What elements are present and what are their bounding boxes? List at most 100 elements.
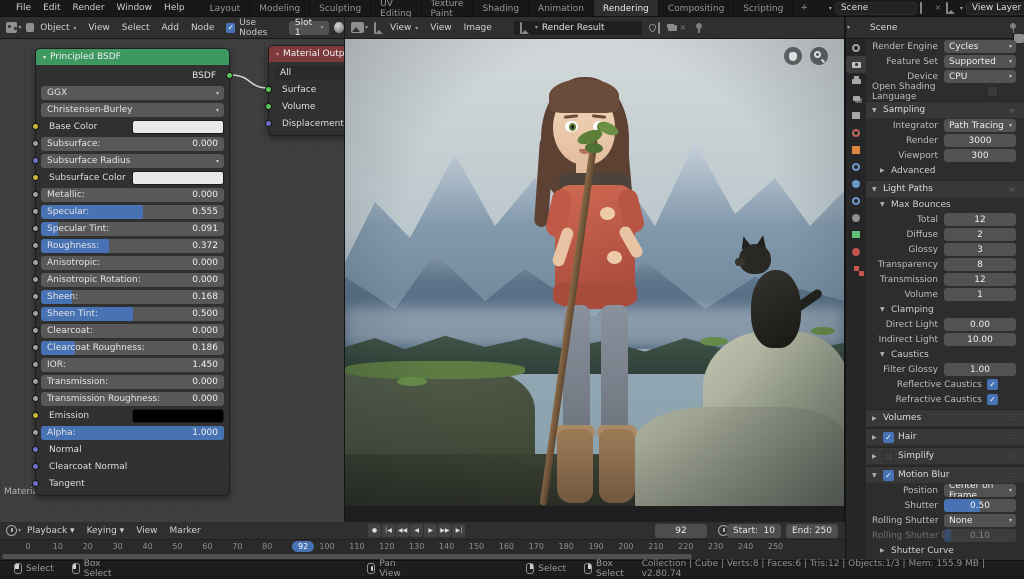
material-output-node[interactable]: ▾ Material Output AllSurfaceVolumeDispla…: [268, 45, 345, 136]
input-socket-displacement[interactable]: [265, 120, 272, 127]
menu-window[interactable]: Window: [111, 3, 159, 13]
checkbox-open-shading-language[interactable]: [987, 86, 998, 97]
view-layer-browse-chevron-icon[interactable]: ▾: [960, 5, 963, 12]
input-socket-volume[interactable]: [265, 103, 272, 110]
slider-sheen[interactable]: Sheen:0.168: [41, 290, 224, 304]
timeline-ruler[interactable]: 0102030405060708090100110120130140150160…: [0, 540, 845, 560]
field-viewport[interactable]: 300: [944, 149, 1016, 162]
panel-shutter-curve[interactable]: ▶Shutter Curve: [866, 543, 1024, 558]
properties-tab-particles[interactable]: [846, 175, 866, 192]
node-menu-add[interactable]: Add: [156, 23, 185, 33]
shader-node-editor[interactable]: Material ▾ Principled BSDF BSDFGGX▾Chris…: [0, 39, 345, 522]
frame-end-field[interactable]: End:250: [786, 524, 838, 538]
principled-bsdf-header[interactable]: ▾ Principled BSDF: [36, 49, 229, 65]
field-total[interactable]: 12: [944, 213, 1016, 226]
input-socket-sheen[interactable]: [32, 293, 39, 300]
slider-rolling-shutter-dur[interactable]: 0.10: [944, 529, 1016, 542]
pin-icon[interactable]: [694, 23, 704, 33]
input-socket-clearcoat[interactable]: [32, 327, 39, 334]
delete-scene-icon[interactable]: ×: [933, 3, 943, 13]
workspace-tab-texture-paint[interactable]: Texture Paint: [422, 0, 474, 16]
output-socket-bsdf[interactable]: [226, 72, 233, 79]
material-preview-icon[interactable]: [334, 22, 344, 33]
panel-simplify[interactable]: ▶Simplify∷: [866, 447, 1024, 464]
field-transparency[interactable]: 8: [944, 258, 1016, 271]
dropdown-christensen-burley[interactable]: Christensen-Burley▾: [41, 103, 224, 117]
input-socket-clearcoat-normal[interactable]: [32, 463, 39, 470]
properties-editor-chevron-icon[interactable]: ▾: [847, 24, 850, 31]
new-image-icon[interactable]: [658, 23, 668, 33]
select-render-engine[interactable]: Cycles▾: [944, 40, 1016, 53]
panel-max-bounces[interactable]: ▼Max Bounces: [866, 197, 1024, 212]
prev-keyframe-button[interactable]: ◀◀: [396, 524, 409, 537]
select-rolling-shutter[interactable]: None▾: [944, 514, 1016, 527]
select-device[interactable]: CPU▾: [944, 70, 1016, 83]
browse-image-icon[interactable]: [520, 23, 530, 33]
checkbox-simplify[interactable]: [883, 451, 894, 462]
image-editor-type-chevron-icon[interactable]: ▾: [365, 24, 368, 31]
input-socket-tangent[interactable]: [32, 480, 39, 487]
input-socket-sheen-tint[interactable]: [32, 310, 39, 317]
slider-transmission-roughness[interactable]: Transmission Roughness:0.000: [41, 392, 224, 406]
field-transmission[interactable]: 12: [944, 273, 1016, 286]
panel-motion-blur[interactable]: ▼✓Motion Blur∷: [866, 466, 1024, 483]
workspace-tab-modeling[interactable]: Modeling: [250, 0, 310, 16]
shader-type-dropdown[interactable]: Object ▾: [34, 23, 82, 33]
input-socket-alpha[interactable]: [32, 429, 39, 436]
select-integrator[interactable]: Path Tracing▾: [944, 119, 1016, 132]
node-menu-view[interactable]: View: [82, 23, 115, 33]
panel-sampling[interactable]: ▼Sampling≡: [866, 101, 1024, 118]
panel-advanced[interactable]: ▶Advanced: [866, 163, 1024, 178]
current-frame-field[interactable]: 92: [655, 524, 707, 538]
input-socket-base-color[interactable]: [32, 123, 39, 130]
checkbox-hair[interactable]: ✓: [883, 432, 894, 443]
slider-shutter[interactable]: 0.50: [944, 499, 1016, 512]
scene-name-field[interactable]: Scene: [835, 2, 917, 15]
timeline-menu-keying[interactable]: Keying ▾: [81, 526, 131, 536]
input-socket-emission[interactable]: [32, 412, 39, 419]
slider-clearcoat[interactable]: Clearcoat:0.000: [41, 324, 224, 338]
fake-user-icon[interactable]: [648, 23, 658, 33]
use-nodes-checkbox[interactable]: ✓: [226, 23, 235, 33]
checkbox-refractive-caustics[interactable]: ✓: [987, 394, 998, 405]
field-indirect-light[interactable]: 10.00: [944, 333, 1016, 346]
slider-transmission[interactable]: Transmission:0.000: [41, 375, 224, 389]
input-socket-transmission[interactable]: [32, 378, 39, 385]
image-menu-view[interactable]: View: [424, 23, 457, 33]
field-volume[interactable]: 1: [944, 288, 1016, 301]
workspace-tab-animation[interactable]: Animation: [529, 0, 594, 16]
properties-tab-render[interactable]: [846, 56, 866, 73]
slot-dropdown[interactable]: Slot 1 ▾: [289, 21, 330, 35]
menu-file[interactable]: File: [10, 3, 37, 13]
panel-caustics[interactable]: ▼Caustics: [866, 347, 1024, 362]
color-swatch-base-color[interactable]: [132, 120, 224, 134]
jump-to-start-button[interactable]: |◀: [382, 524, 395, 537]
play-button[interactable]: ▶: [424, 524, 437, 537]
input-socket-subsurface-radius[interactable]: [32, 157, 39, 164]
slider-alpha[interactable]: Alpha:1.000: [41, 426, 224, 440]
input-socket-normal[interactable]: [32, 446, 39, 453]
color-swatch-emission[interactable]: [132, 409, 224, 423]
slider-anisotropic[interactable]: Anisotropic:0.000: [41, 256, 224, 270]
input-socket-transmission-roughness[interactable]: [32, 395, 39, 402]
output-target-dropdown[interactable]: All: [274, 66, 345, 80]
add-workspace-button[interactable]: +: [793, 3, 815, 13]
unlink-image-icon[interactable]: ×: [678, 23, 688, 33]
panel-clamping[interactable]: ▼Clamping: [866, 302, 1024, 317]
workspace-tab-shading[interactable]: Shading: [473, 0, 529, 16]
slider-specular-tint[interactable]: Specular Tint:0.091: [41, 222, 224, 236]
node-menu-select[interactable]: Select: [116, 23, 156, 33]
input-socket-surface[interactable]: [265, 86, 272, 93]
material-output-header[interactable]: ▾ Material Output: [269, 46, 345, 62]
slider-sheen-tint[interactable]: Sheen Tint:0.500: [41, 307, 224, 321]
jump-to-end-button[interactable]: ▶|: [452, 524, 465, 537]
input-socket-anisotropic[interactable]: [32, 259, 39, 266]
panel-volumes[interactable]: ▶Volumes∷: [866, 409, 1024, 426]
workspace-tab-rendering[interactable]: Rendering: [594, 0, 659, 16]
editor-type-chevron-icon[interactable]: ▾: [18, 24, 21, 31]
image-datablock-field[interactable]: ▾ Render Result: [514, 21, 642, 35]
properties-tab-material[interactable]: [846, 243, 866, 260]
pan-view-button[interactable]: [784, 47, 802, 65]
input-socket-specular[interactable]: [32, 208, 39, 215]
workspace-tab-scripting[interactable]: Scripting: [734, 0, 793, 16]
